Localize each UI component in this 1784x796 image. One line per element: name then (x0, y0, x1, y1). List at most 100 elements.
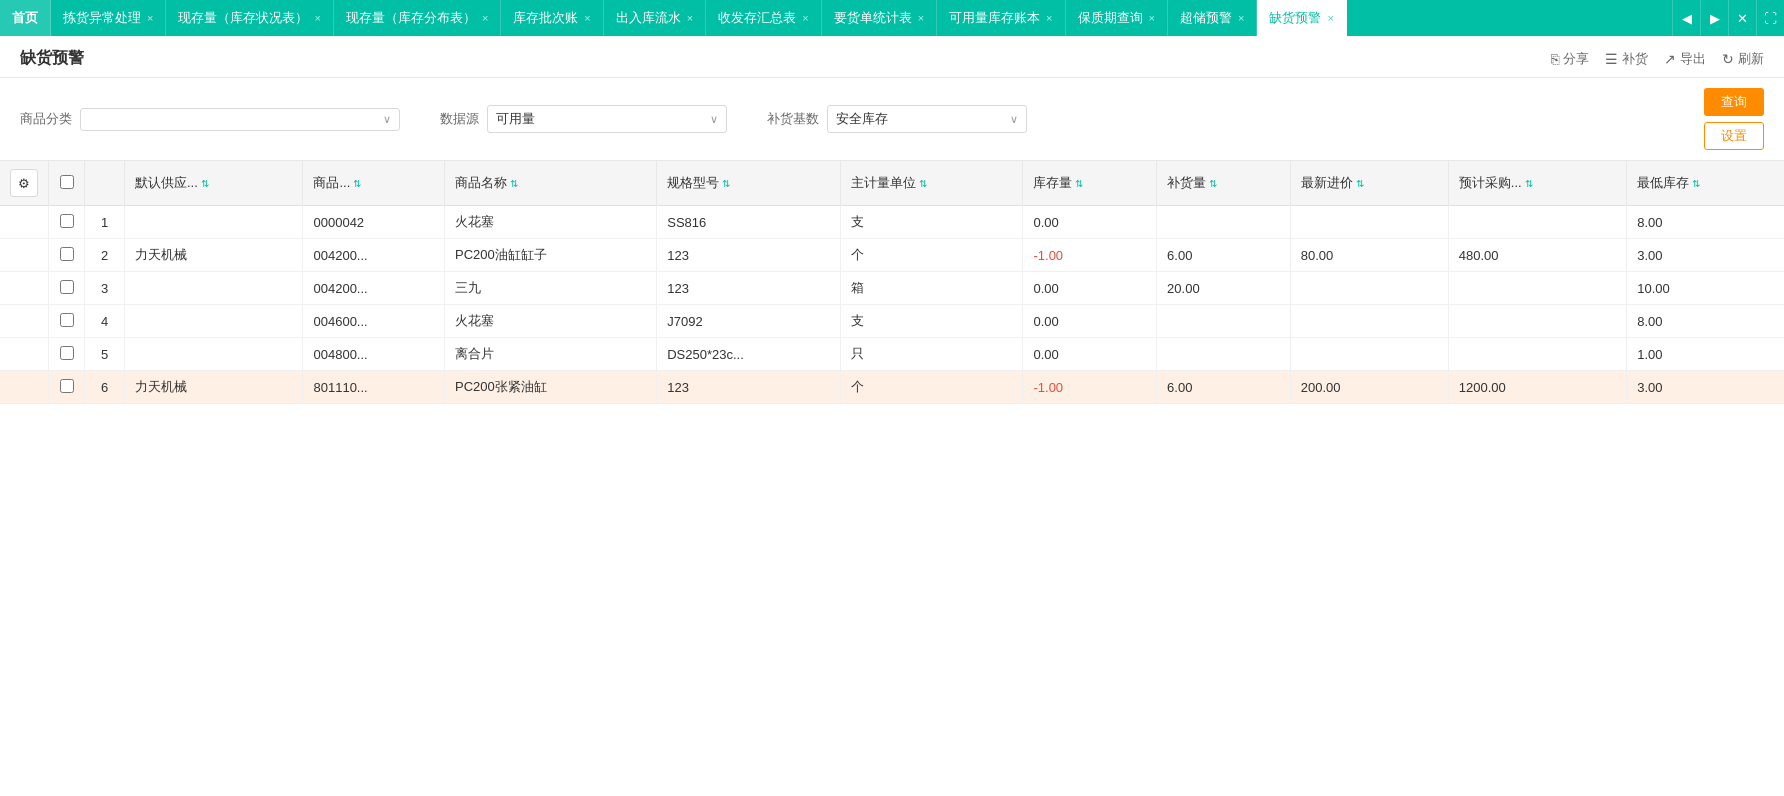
base-arrow: ∨ (1010, 113, 1018, 126)
th-name[interactable]: 商品名称 ⇅ (445, 161, 657, 206)
row-stock: 0.00 (1023, 305, 1157, 338)
select-all-checkbox[interactable] (60, 175, 74, 189)
base-select[interactable]: 安全库存 ∨ (827, 105, 1027, 133)
row-code: 0000042 (303, 206, 445, 239)
row-stock: 0.00 (1023, 338, 1157, 371)
tab-pick-label: 拣货异常处理 (63, 9, 141, 27)
row-latest-price: 200.00 (1290, 371, 1448, 404)
th-estimated[interactable]: 预计采购... ⇅ (1448, 161, 1626, 206)
th-supplier[interactable]: 默认供应... ⇅ (125, 161, 303, 206)
refresh-label: 刷新 (1738, 50, 1764, 68)
row-checkbox[interactable] (60, 379, 74, 393)
row-min-stock: 10.00 (1627, 272, 1784, 305)
tab-short[interactable]: 缺货预警 × (1257, 0, 1346, 36)
table-row: 3 004200... 三九 123 箱 0.00 20.00 10.00 (0, 272, 1784, 305)
th-estimated-label: 预计采购... (1459, 174, 1522, 192)
tab-summary[interactable]: 收发存汇总表 × (706, 0, 821, 36)
row-name: 三九 (445, 272, 657, 305)
tab-home-label: 首页 (12, 9, 38, 27)
row-replenish (1157, 338, 1291, 371)
query-button[interactable]: 查询 (1704, 88, 1764, 116)
row-spec: 123 (657, 371, 841, 404)
next-tab-button[interactable]: ▶ (1700, 0, 1728, 36)
tab-flow-label: 出入库流水 (616, 9, 681, 27)
export-button[interactable]: ↗ 导出 (1664, 50, 1706, 68)
tab-inv2[interactable]: 现存量（库存分布表） × (334, 0, 501, 36)
tab-home[interactable]: 首页 (0, 0, 51, 36)
row-latest-price: 80.00 (1290, 239, 1448, 272)
row-replenish: 6.00 (1157, 239, 1291, 272)
tab-pick-close[interactable]: × (147, 12, 153, 24)
prev-tab-button[interactable]: ◀ (1672, 0, 1700, 36)
tab-expire-close[interactable]: × (1149, 12, 1155, 24)
tab-batch-label: 库存批次账 (513, 9, 578, 27)
row-checkbox-cell (49, 305, 85, 338)
tab-batch[interactable]: 库存批次账 × (501, 0, 603, 36)
row-checkbox-cell (49, 371, 85, 404)
row-estimated (1448, 206, 1626, 239)
main-content: 缺货预警 ⎘ 分享 ☰ 补货 ↗ 导出 ↻ 刷新 商品分类 (0, 36, 1784, 796)
th-supplier-label: 默认供应... (135, 174, 198, 192)
tab-expire[interactable]: 保质期查询 × (1066, 0, 1168, 36)
row-gear (0, 239, 49, 272)
row-supplier (125, 338, 303, 371)
th-stock[interactable]: 库存量 ⇅ (1023, 161, 1157, 206)
tab-over-label: 超储预警 (1180, 9, 1232, 27)
tab-order[interactable]: 要货单统计表 × (822, 0, 937, 36)
table-row: 6 力天机械 801110... PC200张紧油缸 123 个 -1.00 6… (0, 371, 1784, 404)
row-gear (0, 338, 49, 371)
th-replenish[interactable]: 补货量 ⇅ (1157, 161, 1291, 206)
row-name: PC200油缸缸子 (445, 239, 657, 272)
row-replenish (1157, 206, 1291, 239)
tab-avail[interactable]: 可用量库存账本 × (937, 0, 1065, 36)
close-tab-button[interactable]: ✕ (1728, 0, 1756, 36)
th-name-label: 商品名称 (455, 174, 507, 192)
expand-button[interactable]: ⛶ (1756, 0, 1784, 36)
tab-flow-close[interactable]: × (687, 12, 693, 24)
tab-order-close[interactable]: × (918, 12, 924, 24)
tab-summary-close[interactable]: × (802, 12, 808, 24)
row-checkbox[interactable] (60, 280, 74, 294)
tab-inv2-close[interactable]: × (482, 12, 488, 24)
tab-over-close[interactable]: × (1238, 12, 1244, 24)
share-button[interactable]: ⎘ 分享 (1551, 50, 1589, 68)
row-checkbox[interactable] (60, 247, 74, 261)
row-unit: 个 (840, 239, 1023, 272)
tab-batch-close[interactable]: × (584, 12, 590, 24)
row-checkbox[interactable] (60, 214, 74, 228)
setting-button[interactable]: 设置 (1704, 122, 1764, 150)
category-select[interactable]: ∨ (80, 108, 400, 131)
datasource-select[interactable]: 可用量 ∨ (487, 105, 727, 133)
page-title: 缺货预警 (20, 48, 84, 69)
base-filter: 补货基数 安全库存 ∨ (767, 105, 1027, 133)
th-checkbox (49, 161, 85, 206)
tab-over[interactable]: 超储预警 × (1168, 0, 1257, 36)
tab-inv1[interactable]: 现存量（库存状况表） × (166, 0, 333, 36)
row-name: 火花塞 (445, 305, 657, 338)
row-unit: 个 (840, 371, 1023, 404)
page-actions: ⎘ 分享 ☰ 补货 ↗ 导出 ↻ 刷新 (1551, 50, 1764, 68)
th-latest-price[interactable]: 最新进价 ⇅ (1290, 161, 1448, 206)
tab-inv1-close[interactable]: × (314, 12, 320, 24)
row-checkbox[interactable] (60, 346, 74, 360)
row-checkbox[interactable] (60, 313, 74, 327)
th-unit[interactable]: 主计量单位 ⇅ (840, 161, 1023, 206)
row-min-stock: 3.00 (1627, 371, 1784, 404)
th-spec[interactable]: 规格型号 ⇅ (657, 161, 841, 206)
replenish-button[interactable]: ☰ 补货 (1605, 50, 1648, 68)
min-stock-sort-icon: ⇅ (1692, 178, 1700, 189)
base-value: 安全库存 (836, 110, 888, 128)
th-min-stock[interactable]: 最低库存 ⇅ (1627, 161, 1784, 206)
tab-avail-close[interactable]: × (1046, 12, 1052, 24)
row-unit: 箱 (840, 272, 1023, 305)
category-arrow: ∨ (383, 113, 391, 126)
row-code: 801110... (303, 371, 445, 404)
tab-flow[interactable]: 出入库流水 × (604, 0, 706, 36)
tab-pick[interactable]: 拣货异常处理 × (51, 0, 166, 36)
column-settings-button[interactable]: ⚙ (10, 169, 38, 197)
tab-short-close[interactable]: × (1327, 12, 1333, 24)
th-code[interactable]: 商品... ⇅ (303, 161, 445, 206)
row-stock: 0.00 (1023, 206, 1157, 239)
refresh-button[interactable]: ↻ 刷新 (1722, 50, 1764, 68)
row-spec: 123 (657, 272, 841, 305)
